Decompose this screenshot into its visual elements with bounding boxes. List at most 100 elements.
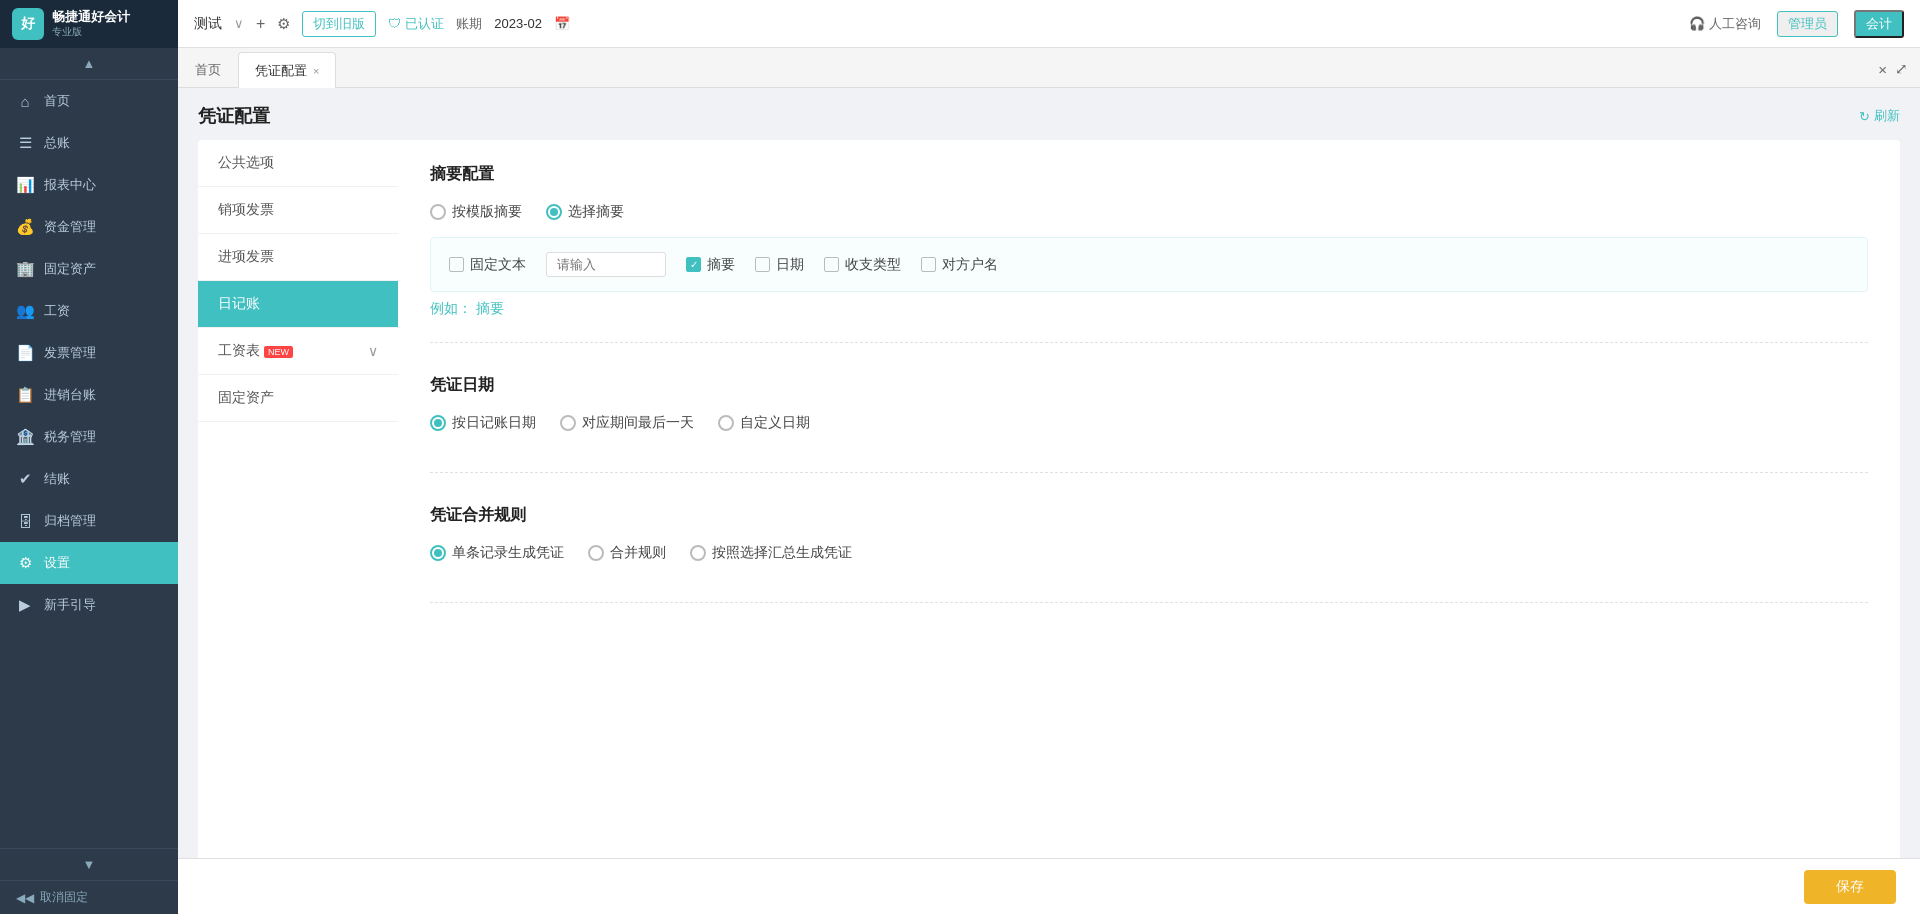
refresh-label: 刷新 — [1874, 107, 1900, 125]
bottom-bar: 保存 — [178, 858, 1920, 914]
settings-btn[interactable]: ⚙ — [277, 15, 290, 33]
sidebar-item-label: 税务管理 — [44, 428, 96, 446]
example-prefix: 例如： — [430, 300, 472, 316]
refresh-icon: ↻ — [1859, 109, 1870, 124]
checkbox-date[interactable]: 日期 — [755, 256, 804, 274]
summary-label: 摘要 — [707, 256, 735, 274]
sidebar-item-label: 总账 — [44, 134, 70, 152]
add-company-btn[interactable]: + — [256, 15, 265, 33]
sidebar-item-invoice[interactable]: 📄 发票管理 — [0, 332, 178, 374]
example-value: 摘要 — [476, 300, 504, 316]
headset-icon: 🎧 — [1689, 16, 1705, 31]
cancel-pin-label: 取消固定 — [40, 889, 88, 906]
sidebar-item-guide[interactable]: ▶ 新手引导 — [0, 584, 178, 626]
role-btn[interactable]: 会计 — [1854, 10, 1904, 38]
sidebar-nav: ⌂ 首页 ☰ 总账 📊 报表中心 💰 资金管理 🏢 固定资产 👥 工资 📄 发票… — [0, 80, 178, 848]
period-value: 2023-02 — [494, 16, 542, 31]
summary-checkbox[interactable]: ✓ — [686, 257, 701, 272]
checkbox-income-type[interactable]: 收支类型 — [824, 256, 901, 274]
tab-home-label: 首页 — [195, 61, 221, 79]
radio-period-circle — [560, 415, 576, 431]
home-icon: ⌂ — [16, 92, 34, 110]
checkbox-fixed-text[interactable]: 固定文本 — [449, 256, 526, 274]
sidebar-item-funds[interactable]: 💰 资金管理 — [0, 206, 178, 248]
archive-icon: 🗄 — [16, 512, 34, 530]
tab-close-btn[interactable]: × — [313, 65, 319, 77]
radio-journal-date[interactable]: 按日记账日期 — [430, 414, 536, 432]
sidebar-item-close[interactable]: ✔ 结账 — [0, 458, 178, 500]
tax-icon: 🏦 — [16, 428, 34, 446]
sidebar-item-assets[interactable]: 🏢 固定资产 — [0, 248, 178, 290]
invoice-icon: 📄 — [16, 344, 34, 362]
sidebar-item-settings[interactable]: ⚙ 设置 — [0, 542, 178, 584]
left-nav-fixed-assets[interactable]: 固定资产 — [198, 375, 398, 422]
fixed-text-input[interactable] — [546, 252, 666, 277]
radio-summary-circle — [690, 545, 706, 561]
funds-icon: 💰 — [16, 218, 34, 236]
date-radio-group: 按日记账日期 对应期间最后一天 自定义日期 — [430, 414, 1868, 432]
radio-merge-rule[interactable]: 合并规则 — [588, 544, 666, 562]
left-nav-public[interactable]: 公共选项 — [198, 140, 398, 187]
counterparty-checkbox[interactable] — [921, 257, 936, 272]
checkbox-summary[interactable]: ✓ 摘要 — [686, 256, 735, 274]
left-nav: 公共选项 销项发票 进项发票 日记账 工资表NEW ∨ 固定资产 — [198, 140, 398, 914]
radio-custom-date[interactable]: 自定义日期 — [718, 414, 810, 432]
scroll-down-btn[interactable]: ▼ — [79, 853, 100, 876]
admin-btn[interactable]: 管理员 — [1777, 11, 1838, 37]
income-type-label: 收支类型 — [845, 256, 901, 274]
summary-radio-group: 按模版摘要 选择摘要 — [430, 203, 1868, 221]
switch-old-btn[interactable]: 切到旧版 — [302, 11, 376, 37]
date-checkbox[interactable] — [755, 257, 770, 272]
content-area: 公共选项 销项发票 进项发票 日记账 工资表NEW ∨ 固定资产 摘要配置 按模… — [178, 140, 1920, 914]
checkbox-counterparty[interactable]: 对方户名 — [921, 256, 998, 274]
sidebar-item-label: 资金管理 — [44, 218, 96, 236]
refresh-btn[interactable]: ↻ 刷新 — [1859, 107, 1900, 125]
radio-summary-generate[interactable]: 按照选择汇总生成凭证 — [690, 544, 852, 562]
radio-custom-circle — [718, 415, 734, 431]
logo-icon: 好 — [12, 8, 44, 40]
left-nav-purchase-invoice[interactable]: 进项发票 — [198, 234, 398, 281]
logo-text: 畅捷通好会计 — [52, 9, 130, 25]
sidebar-item-label: 发票管理 — [44, 344, 96, 362]
tab-voucher-config[interactable]: 凭证配置 × — [238, 52, 336, 88]
sidebar-item-ledger[interactable]: ☰ 总账 — [0, 122, 178, 164]
radio-journal-label: 按日记账日期 — [452, 414, 536, 432]
radio-period-last[interactable]: 对应期间最后一天 — [560, 414, 694, 432]
sidebar-item-tax[interactable]: 🏦 税务管理 — [0, 416, 178, 458]
radio-template-label: 按模版摘要 — [452, 203, 522, 221]
tabs-bar: 首页 凭证配置 × × ⤢ — [178, 48, 1920, 88]
sales-icon: 📋 — [16, 386, 34, 404]
sidebar-item-salary[interactable]: 👥 工资 — [0, 290, 178, 332]
radio-single-label: 单条记录生成凭证 — [452, 544, 564, 562]
income-type-checkbox[interactable] — [824, 257, 839, 272]
radio-template-summary[interactable]: 按模版摘要 — [430, 203, 522, 221]
section-summary-config: 摘要配置 按模版摘要 选择摘要 固定文本 — [430, 164, 1868, 343]
calendar-icon[interactable]: 📅 — [554, 16, 570, 31]
sidebar-item-archive[interactable]: 🗄 归档管理 — [0, 500, 178, 542]
scroll-up-btn[interactable]: ▲ — [79, 52, 100, 75]
sidebar-item-sales[interactable]: 📋 进销台账 — [0, 374, 178, 416]
service-btn[interactable]: 🎧 人工咨询 — [1689, 15, 1761, 33]
sidebar-item-home[interactable]: ⌂ 首页 — [0, 80, 178, 122]
left-nav-diary[interactable]: 日记账 — [198, 281, 398, 328]
sidebar-item-label: 新手引导 — [44, 596, 96, 614]
date-label: 日期 — [776, 256, 804, 274]
close-panel-btn[interactable]: × — [1878, 61, 1887, 78]
tab-home[interactable]: 首页 — [178, 51, 238, 87]
radio-merge-label: 合并规则 — [610, 544, 666, 562]
fixed-text-checkbox[interactable] — [449, 257, 464, 272]
radio-single-circle — [430, 545, 446, 561]
sidebar-item-reports[interactable]: 📊 报表中心 — [0, 164, 178, 206]
sidebar-item-label: 进销台账 — [44, 386, 96, 404]
cancel-pin-btn[interactable]: ◀◀ 取消固定 — [0, 880, 178, 914]
radio-select-summary[interactable]: 选择摘要 — [546, 203, 624, 221]
radio-journal-circle — [430, 415, 446, 431]
reports-icon: 📊 — [16, 176, 34, 194]
top-bar-right: 🎧 人工咨询 管理员 会计 — [1689, 10, 1904, 38]
radio-single-record[interactable]: 单条记录生成凭证 — [430, 544, 564, 562]
left-nav-salary[interactable]: 工资表NEW ∨ — [198, 328, 398, 375]
left-nav-sales-invoice[interactable]: 销项发票 — [198, 187, 398, 234]
company-chevron-icon[interactable]: ∨ — [234, 16, 244, 31]
save-btn[interactable]: 保存 — [1804, 870, 1896, 904]
expand-btn[interactable]: ⤢ — [1895, 60, 1908, 78]
